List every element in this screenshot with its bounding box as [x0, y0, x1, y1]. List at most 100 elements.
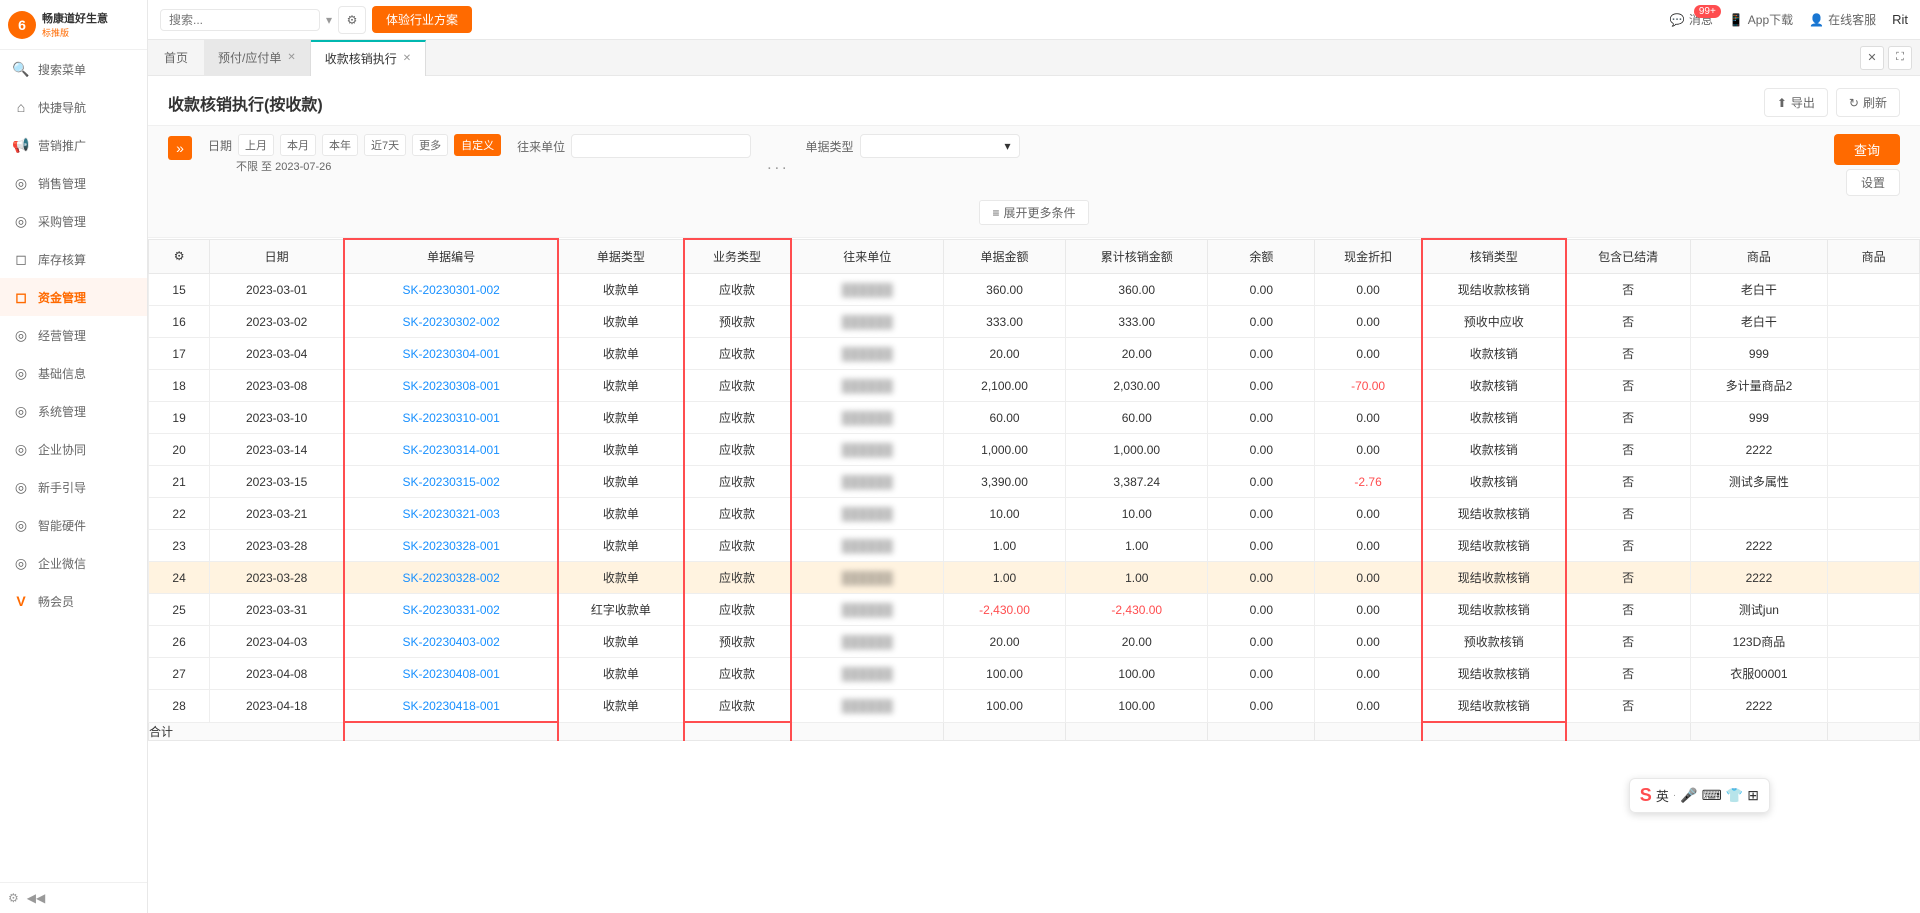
date-btn-this-month[interactable]: 本月 — [280, 134, 316, 156]
message-button[interactable]: 💬 消息 99+ — [1670, 11, 1713, 28]
keyboard-icon[interactable]: ⌨ — [1702, 787, 1722, 804]
online-service-button[interactable]: 👤 在线客服 — [1809, 11, 1876, 28]
tab-collect-close[interactable]: ✕ — [403, 53, 411, 64]
table-cell: 999 — [1690, 338, 1828, 370]
col-header-settings[interactable]: ⚙ — [149, 239, 210, 274]
order-type-select[interactable]: ▾ — [860, 134, 1020, 158]
table-cell: 17 — [149, 338, 210, 370]
filter-toggle-button[interactable]: » — [168, 136, 192, 160]
order-no-cell[interactable]: SK-20230302-002 — [344, 306, 558, 338]
date-btn-custom[interactable]: 自定义 — [454, 134, 501, 156]
table-row: 262023-04-03SK-20230403-002收款单预收款██████2… — [149, 626, 1920, 658]
order-no-cell[interactable]: SK-20230321-003 — [344, 498, 558, 530]
sidebar-item-purchase[interactable]: ◎ 采购管理 — [0, 202, 147, 240]
sidebar-item-marketing[interactable]: 📢 营销推广 — [0, 126, 147, 164]
settings-icon[interactable]: ⚙ — [8, 891, 19, 905]
sidebar-item-inventory[interactable]: ◻ 库存核算 — [0, 240, 147, 278]
order-no-link[interactable]: SK-20230321-003 — [402, 507, 499, 521]
order-no-cell[interactable]: SK-20230304-001 — [344, 338, 558, 370]
order-no-cell[interactable]: SK-20230314-001 — [344, 434, 558, 466]
order-no-cell[interactable]: SK-20230331-002 — [344, 594, 558, 626]
sidebar-item-system[interactable]: ◎ 系统管理 — [0, 392, 147, 430]
table-cell: ██████ — [791, 498, 944, 530]
order-no-cell[interactable]: SK-20230418-001 — [344, 690, 558, 723]
collapse-icon[interactable]: ◀◀ — [27, 891, 45, 905]
sidebar-item-basic[interactable]: ◎ 基础信息 — [0, 354, 147, 392]
order-no-link[interactable]: SK-20230315-002 — [402, 475, 499, 489]
order-no-link[interactable]: SK-20230308-001 — [402, 379, 499, 393]
query-button[interactable]: 查询 — [1834, 134, 1900, 165]
order-no-cell[interactable]: SK-20230328-002 — [344, 562, 558, 594]
tab-close-button[interactable]: ✕ — [1860, 46, 1884, 70]
table-cell: 测试jun — [1690, 594, 1828, 626]
export-button[interactable]: ⬆ 导出 — [1764, 88, 1828, 117]
tab-expand-button[interactable]: ⛶ — [1888, 46, 1912, 70]
order-no-link[interactable]: SK-20230418-001 — [402, 699, 499, 713]
date-btn-this-year[interactable]: 本年 — [322, 134, 358, 156]
sidebar-item-enterprise[interactable]: ◎ 企业协同 — [0, 430, 147, 468]
order-no-link[interactable]: SK-20230301-002 — [402, 283, 499, 297]
topbar-dropdown-icon[interactable]: ▾ — [326, 13, 332, 27]
order-no-link[interactable]: SK-20230328-001 — [402, 539, 499, 553]
settle-type-cell: 预收款核销 — [1422, 626, 1566, 658]
sidebar-item-hardware[interactable]: ◎ 智能硬件 — [0, 506, 147, 544]
tab-prepay[interactable]: 预付/应付单 ✕ — [204, 40, 311, 76]
tab-home[interactable]: 首页 — [148, 49, 204, 66]
sidebar-item-guide[interactable]: ◎ 新手引导 — [0, 468, 147, 506]
order-no-link[interactable]: SK-20230314-001 — [402, 443, 499, 457]
sidebar-item-wechat[interactable]: ◎ 企业微信 — [0, 544, 147, 582]
order-no-cell[interactable]: SK-20230310-001 — [344, 402, 558, 434]
order-no-cell[interactable]: SK-20230328-001 — [344, 530, 558, 562]
order-no-link[interactable]: SK-20230408-001 — [402, 667, 499, 681]
table-cell: 0.00 — [1315, 658, 1422, 690]
topbar-gear-button[interactable]: ⚙ — [338, 6, 366, 34]
order-no-cell[interactable]: SK-20230403-002 — [344, 626, 558, 658]
data-table: ⚙ 日期 单据编号 单据类型 业务类型 往来单位 单据金额 累计核销金额 余额 … — [148, 238, 1920, 741]
topbar-search-input[interactable] — [160, 9, 320, 31]
date-btn-more[interactable]: 更多 — [412, 134, 448, 156]
table-cell — [1828, 498, 1920, 530]
order-no-link[interactable]: SK-20230403-002 — [402, 635, 499, 649]
mic-icon[interactable]: 🎤 — [1680, 787, 1697, 804]
sidebar-item-shortcut[interactable]: ⌂ 快捷导航 — [0, 88, 147, 126]
order-no-cell[interactable]: SK-20230408-001 — [344, 658, 558, 690]
table-cell: 0.00 — [1208, 306, 1315, 338]
order-no-link[interactable]: SK-20230304-001 — [402, 347, 499, 361]
settle-type-cell: 收款核销 — [1422, 370, 1566, 402]
table-cell: 20.00 — [943, 338, 1065, 370]
app-download-button[interactable]: 📱 App下载 — [1729, 11, 1793, 28]
grid-icon[interactable]: ⊞ — [1747, 787, 1759, 804]
order-no-cell[interactable]: SK-20230301-002 — [344, 274, 558, 306]
wechat-icon: ◎ — [12, 554, 30, 572]
sidebar-item-capital[interactable]: ◻ 资金管理 — [0, 278, 147, 316]
sidebar-item-search[interactable]: 🔍 搜索菜单 — [0, 50, 147, 88]
order-no-link[interactable]: SK-20230310-001 — [402, 411, 499, 425]
partner-input[interactable] — [571, 134, 751, 158]
table-cell: 60.00 — [1066, 402, 1208, 434]
shirt-icon[interactable]: 👕 — [1726, 787, 1743, 804]
sidebar-item-sales[interactable]: ◎ 销售管理 — [0, 164, 147, 202]
tab-collect[interactable]: 收款核销执行 ✕ — [311, 40, 426, 76]
industry-solution-button[interactable]: 体验行业方案 — [372, 6, 472, 33]
date-btn-7days[interactable]: 近7天 — [364, 134, 406, 156]
expand-conditions-button[interactable]: ≡ 展开更多条件 — [979, 200, 1088, 225]
topbar-brand: ▾ ⚙ 体验行业方案 — [160, 6, 1658, 34]
enterprise-icon: ◎ — [12, 440, 30, 458]
sidebar-item-operations[interactable]: ◎ 经营管理 — [0, 316, 147, 354]
table-cell: 16 — [149, 306, 210, 338]
order-no-link[interactable]: SK-20230302-002 — [402, 315, 499, 329]
date-btn-last-month[interactable]: 上月 — [238, 134, 274, 156]
tab-prepay-close[interactable]: ✕ — [287, 52, 295, 63]
sidebar-item-member[interactable]: V 畅会员 — [0, 582, 147, 620]
refresh-button[interactable]: ↻ 刷新 — [1836, 88, 1900, 117]
order-no-cell[interactable]: SK-20230308-001 — [344, 370, 558, 402]
table-cell: 0.00 — [1208, 466, 1315, 498]
table-cell: 360.00 — [1066, 274, 1208, 306]
settings-button[interactable]: 设置 — [1846, 169, 1900, 196]
user-name[interactable]: Rit — [1892, 12, 1908, 27]
order-no-cell[interactable]: SK-20230315-002 — [344, 466, 558, 498]
table-cell — [1828, 306, 1920, 338]
table-cell: 2222 — [1690, 690, 1828, 723]
order-no-link[interactable]: SK-20230328-002 — [402, 571, 499, 585]
order-no-link[interactable]: SK-20230331-002 — [402, 603, 499, 617]
